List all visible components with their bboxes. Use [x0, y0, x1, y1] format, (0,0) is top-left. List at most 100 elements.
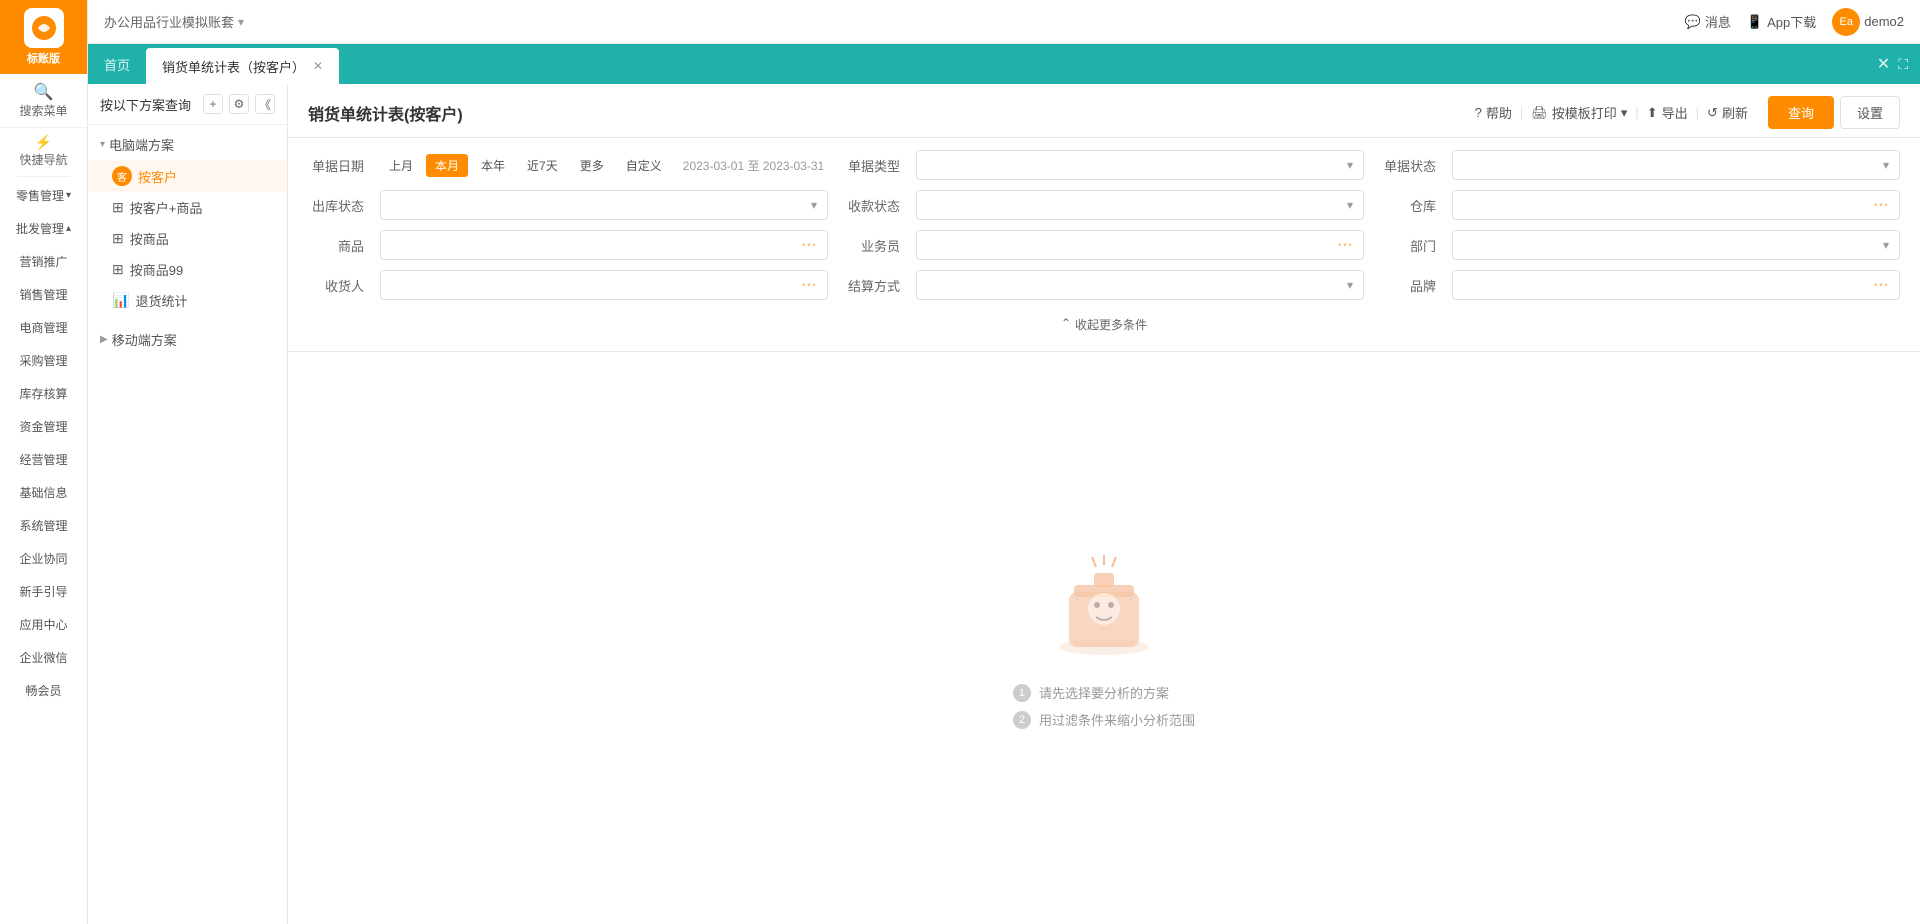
avatar: Ea [1832, 8, 1860, 36]
grid-icon: ⊞ [112, 199, 124, 216]
warehouse-select[interactable]: ··· [1452, 190, 1900, 220]
sidebar-item-basic[interactable]: 基础信息 [0, 476, 87, 509]
product-select[interactable]: ··· [380, 230, 828, 260]
chevron-down-icon: ▾ [1347, 158, 1353, 172]
sidebar-item-appcenter[interactable]: 应用中心 [0, 608, 87, 641]
scheme-item-by-product[interactable]: ⊞ 按商品 [88, 223, 287, 254]
app-download-button[interactable]: 📱 App下载 [1747, 12, 1816, 31]
refresh-icon: ↺ [1707, 105, 1718, 121]
scheme-settings-button[interactable]: ⚙ [229, 94, 249, 114]
collect-status-select[interactable]: ▾ [916, 190, 1364, 220]
scheme-item-by-product-99[interactable]: ⊞ 按商品99 [88, 254, 287, 285]
receiver-select[interactable]: ··· [380, 270, 828, 300]
filter-row-4: 收货人 ··· 结算方式 ▾ 品牌 [308, 270, 1900, 300]
print-dropdown-icon[interactable]: ▾ [1621, 105, 1628, 121]
date-shortcuts: 上月 本月 本年 近7天 更多 自定义 2023-03-01 至 2023-03… [380, 154, 824, 177]
out-status-select[interactable]: ▾ [380, 190, 828, 220]
product-label: 商品 [308, 236, 364, 255]
customer-icon: 客 [112, 166, 132, 186]
print-button[interactable]: 🖨 按模板打印 ▾ [1531, 103, 1627, 122]
sidebar: 标账版 🔍 搜索菜单 ⚡ 快捷导航 零售管理 ▾ 批发管理 ▴ 营销推广 销售管… [0, 0, 88, 924]
order-status-select[interactable]: ▾ [1452, 150, 1900, 180]
sidebar-item-sales[interactable]: 销售管理 [0, 278, 87, 311]
sidebar-item-ecommerce[interactable]: 电商管理 [0, 311, 87, 344]
sidebar-item-newbie[interactable]: 新手引导 [0, 575, 87, 608]
date-shortcut-this-month[interactable]: 本月 [426, 154, 468, 177]
sidebar-quicknav[interactable]: ⚡ 快捷导航 [0, 128, 87, 174]
brand-label: 品牌 [1380, 276, 1436, 295]
sidebar-item-member[interactable]: 畅会员 [0, 674, 87, 707]
scheme-desktop-section: ▾ 电脑端方案 客 按客户 ⊞ 按客户+商品 ⊞ 按商品 ⊞ 按商品 [88, 125, 287, 320]
sidebar-item-system[interactable]: 系统管理 [0, 509, 87, 542]
breadcrumb-dropdown-icon[interactable]: ▾ [238, 15, 244, 29]
settings-button[interactable]: 设置 [1840, 96, 1900, 129]
scheme-item-by-customer-product[interactable]: ⊞ 按客户+商品 [88, 192, 287, 223]
scheme-add-button[interactable]: + [203, 94, 223, 114]
sidebar-item-marketing[interactable]: 营销推广 [0, 245, 87, 278]
sidebar-logo[interactable]: 标账版 [0, 0, 87, 74]
tab-close-icon[interactable]: ✕ [313, 59, 323, 73]
help-button[interactable]: ? 帮助 [1475, 103, 1512, 122]
query-button[interactable]: 查询 [1768, 96, 1834, 129]
chevron-up-icon: ⌃ [1061, 316, 1071, 333]
chevron-down-icon: ▾ [811, 198, 817, 212]
top-header: 办公用品行业模拟账套 ▾ 💬 消息 📱 App下载 Ea demo2 [88, 0, 1920, 44]
sidebar-item-finance[interactable]: 资金管理 [0, 410, 87, 443]
receiver-label: 收货人 [308, 276, 364, 295]
message-icon: 💬 [1685, 14, 1701, 30]
page-title: 销货单统计表(按客户) [308, 101, 463, 125]
page-header-actions: ? 帮助 | 🖨 按模板打印 ▾ | ⬆ 导出 | [1475, 96, 1900, 129]
window-maximize-icon[interactable]: ⛶ [1898, 56, 1908, 73]
brand-select[interactable]: ··· [1452, 270, 1900, 300]
scheme-mobile-title[interactable]: ▶ 移动端方案 [88, 324, 287, 355]
sidebar-item-wholesale[interactable]: 批发管理 ▴ [0, 212, 87, 245]
window-close-icon[interactable]: ✕ [1877, 54, 1890, 74]
scheme-desktop-title[interactable]: ▾ 电脑端方案 [88, 129, 287, 160]
date-range-display: 2023-03-01 至 2023-03-31 [683, 157, 824, 174]
sidebar-search[interactable]: 🔍 搜索菜单 [0, 74, 87, 128]
sidebar-item-purchase[interactable]: 采购管理 [0, 344, 87, 377]
out-status-label: 出库状态 [308, 196, 364, 215]
date-shortcut-7days[interactable]: 近7天 [518, 154, 567, 177]
tab-home[interactable]: 首页 [88, 44, 146, 84]
department-select[interactable]: ▾ [1452, 230, 1900, 260]
empty-state: 1 请先选择要分析的方案 2 用过滤条件来缩小分析范围 [288, 352, 1920, 924]
date-control: 上月 本月 本年 近7天 更多 自定义 2023-03-01 至 2023-03… [380, 154, 828, 177]
scheme-item-by-customer[interactable]: 客 按客户 [88, 160, 287, 192]
dots-icon[interactable]: ··· [801, 276, 817, 294]
order-status-label: 单据状态 [1380, 156, 1436, 175]
dots-icon[interactable]: ··· [1873, 196, 1889, 214]
scheme-header: 按以下方案查询 + ⚙ 《 [88, 84, 287, 125]
sidebar-item-wechat[interactable]: 企业微信 [0, 641, 87, 674]
content-area: 按以下方案查询 + ⚙ 《 ▾ 电脑端方案 客 按客户 ⊞ [88, 84, 1920, 924]
date-shortcut-custom[interactable]: 自定义 [617, 154, 671, 177]
salesperson-select[interactable]: ··· [916, 230, 1364, 260]
chevron-down-icon: ▾ [1347, 198, 1353, 212]
scheme-panel: 按以下方案查询 + ⚙ 《 ▾ 电脑端方案 客 按客户 ⊞ [88, 84, 288, 924]
chevron-down-icon: ▾ [1883, 238, 1889, 252]
date-shortcut-this-year[interactable]: 本年 [472, 154, 514, 177]
sidebar-item-operation[interactable]: 经营管理 [0, 443, 87, 476]
refresh-button[interactable]: ↺ 刷新 [1707, 103, 1748, 122]
filter-row-3: 商品 ··· 业务员 ··· 部门 [308, 230, 1900, 260]
main-area: 办公用品行业模拟账套 ▾ 💬 消息 📱 App下载 Ea demo2 首页 销货… [88, 0, 1920, 924]
dots-icon[interactable]: ··· [801, 236, 817, 254]
sidebar-item-retail[interactable]: 零售管理 ▾ [0, 179, 87, 212]
date-shortcut-more[interactable]: 更多 [571, 154, 613, 177]
export-button[interactable]: ⬆ 导出 [1647, 103, 1688, 122]
scheme-collapse-button[interactable]: 《 [255, 94, 275, 114]
sidebar-item-inventory[interactable]: 库存核算 [0, 377, 87, 410]
scheme-item-return-stat[interactable]: 📊 退货统计 [88, 285, 287, 316]
tab-sales-stat[interactable]: 销货单统计表（按客户） ✕ [146, 48, 339, 84]
sidebar-item-enterprise[interactable]: 企业协同 [0, 542, 87, 575]
dots-icon[interactable]: ··· [1337, 236, 1353, 254]
dots-icon[interactable]: ··· [1873, 276, 1889, 294]
collapse-bar[interactable]: ⌃ 收起更多条件 [308, 310, 1900, 339]
user-profile-button[interactable]: Ea demo2 [1832, 8, 1904, 36]
message-button[interactable]: 💬 消息 [1685, 12, 1731, 31]
scheme-header-actions: + ⚙ 《 [203, 94, 275, 114]
date-shortcut-last-month[interactable]: 上月 [380, 154, 422, 177]
order-type-select[interactable]: ▾ [916, 150, 1364, 180]
settle-select[interactable]: ▾ [916, 270, 1364, 300]
print-icon: 🖨 [1531, 105, 1548, 121]
